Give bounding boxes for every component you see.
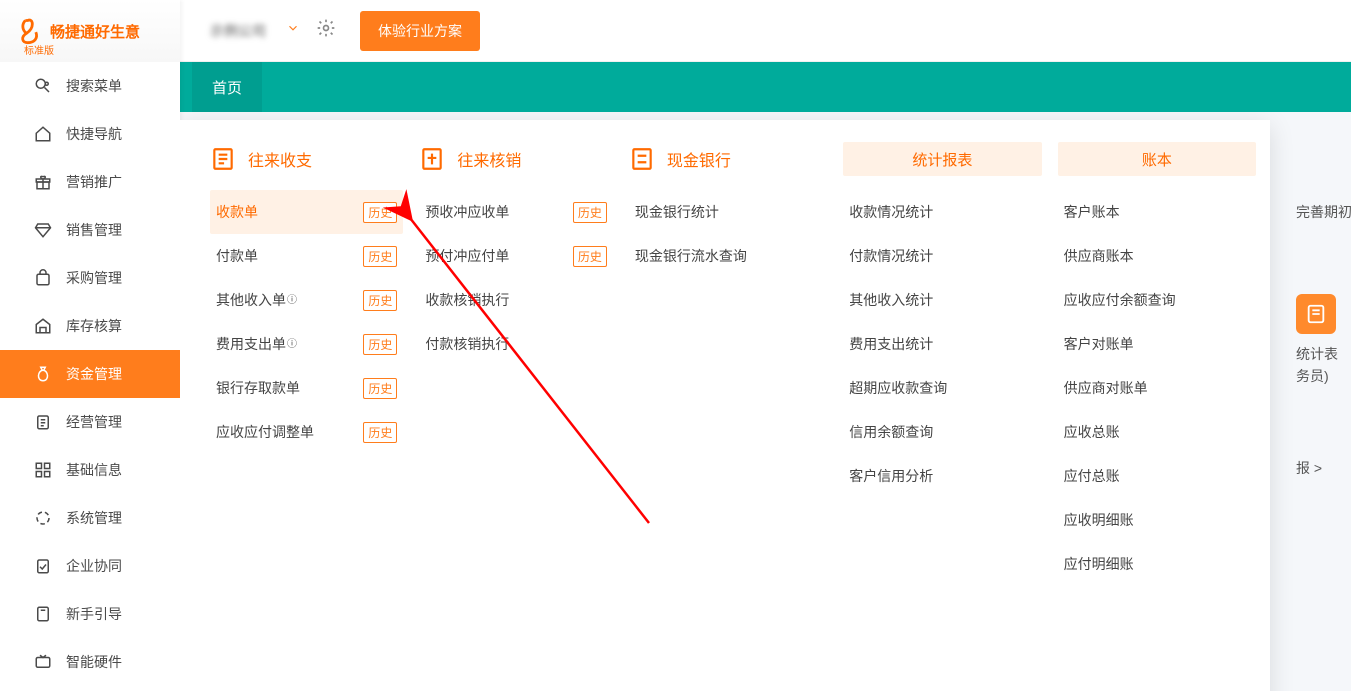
clipboard-check-icon [34,557,52,575]
mega-item-cashbank-flow[interactable]: 现金银行流水查询 [629,234,827,278]
clipboard-icon [34,413,52,431]
warehouse-icon [34,317,52,335]
brand-name: 畅捷通好生意 [50,21,140,42]
sidebar-item-enterprise[interactable]: 企业协同 [0,542,180,590]
mega-item-cashbank-stats[interactable]: 现金银行统计 [629,190,827,234]
search-icon [34,77,52,95]
bag-icon [34,269,52,287]
mega-item-supplier-statement[interactable]: 供应商对账单 [1058,366,1256,410]
mega-header-writeoff: 往来核销 [419,142,612,176]
mega-item-supplier-ledger[interactable]: 供应商账本 [1058,234,1256,278]
sidebar-item-hardware[interactable]: 智能硬件 [0,638,180,686]
history-tag[interactable]: 历史 [363,422,397,443]
history-tag[interactable]: 历史 [363,334,397,355]
sidebar-menu: 搜索菜单 快捷导航 营销推广 销售管理 采购管理 库存核算 [0,62,180,686]
sidebar-item-marketing[interactable]: 营销推广 [0,158,180,206]
mega-item-receive-writeoff[interactable]: 收款核销执行 [419,278,612,322]
history-tag[interactable]: 历史 [573,202,607,223]
sidebar-item-operation[interactable]: 经营管理 [0,398,180,446]
tabbar: 首页 [180,62,1351,112]
spinner-icon [34,509,52,527]
mega-item-ar-detail[interactable]: 应收明细账 [1058,498,1256,542]
mega-item-customer-ledger[interactable]: 客户账本 [1058,190,1256,234]
bank-icon [629,146,655,172]
mega-item-receive-stats[interactable]: 收款情况统计 [843,190,1041,234]
mega-item-ap-detail[interactable]: 应付明细账 [1058,542,1256,586]
report-thumb-icon[interactable] [1296,294,1336,334]
tab-home[interactable]: 首页 [192,62,262,112]
right-partial: 完善期初 统计表 务员) 报 > [1296,202,1351,550]
funds-megapanel: 往来收支 收款单 历史 付款单 历史 其他收入单ⓘ 历史 [180,120,1270,691]
gift-icon [34,173,52,191]
mega-item-expense-stats[interactable]: 费用支出统计 [843,322,1041,366]
home-icon [34,125,52,143]
sidebar-item-search[interactable]: 搜索菜单 [0,62,180,110]
cta-button[interactable]: 体验行业方案 [360,11,480,51]
mega-item-ar-general[interactable]: 应收总账 [1058,410,1256,454]
mega-item-credit-analysis[interactable]: 客户信用分析 [843,454,1041,498]
mega-col-writeoff: 往来核销 预收冲应收单 历史 预付冲应付单 历史 收款核销执行 付款核销执行 [419,142,612,690]
history-tag[interactable]: 历史 [363,246,397,267]
brand-edition: 标准版 [24,42,54,57]
sidebar: 畅捷通好生意 标准版 搜索菜单 快捷导航 营销推广 销售管理 采购管理 [0,0,180,691]
mega-item-pay-writeoff[interactable]: 付款核销执行 [419,322,612,366]
diamond-icon [34,221,52,239]
mega-header-receipts: 往来收支 [210,142,403,176]
mega-col-reports: 统计报表 收款情况统计 付款情况统计 其他收入统计 费用支出统计 超期应收款查询… [843,142,1041,690]
sidebar-item-basic[interactable]: 基础信息 [0,446,180,494]
receipt-icon [210,146,236,172]
history-tag[interactable]: 历史 [363,290,397,311]
book-icon [34,605,52,623]
history-tag[interactable]: 历史 [363,378,397,399]
help-icon[interactable]: ⓘ [287,295,297,306]
mega-item-pay-stats[interactable]: 付款情况统计 [843,234,1041,278]
mega-item-overdue-query[interactable]: 超期应收款查询 [843,366,1041,410]
mega-col-ledger: 账本 客户账本 供应商账本 应收应付余额查询 客户对账单 供应商对账单 应收总账… [1058,142,1256,690]
mega-item-other-income[interactable]: 其他收入单ⓘ 历史 [210,278,403,322]
brand-logo-icon [16,17,44,45]
chevron-down-icon[interactable] [286,21,300,40]
sidebar-item-guide[interactable]: 新手引导 [0,590,180,638]
history-tag[interactable]: 历史 [573,246,607,267]
mega-header-cashbank: 现金银行 [629,142,827,176]
history-tag[interactable]: 历史 [363,202,397,223]
money-bag-icon [34,365,52,383]
mega-item-adjust[interactable]: 应收应付调整单 历史 [210,410,403,454]
main-area: 示例公司 体验行业方案 首页 往来收支 [180,0,1351,691]
mega-item-payment-order[interactable]: 付款单 历史 [210,234,403,278]
mega-col-receipts: 往来收支 收款单 历史 付款单 历史 其他收入单ⓘ 历史 [210,142,403,690]
sidebar-item-purchase[interactable]: 采购管理 [0,254,180,302]
mega-item-bank-transfer[interactable]: 银行存取款单 历史 [210,366,403,410]
sidebar-item-quicknav[interactable]: 快捷导航 [0,110,180,158]
invoice-icon [419,146,445,172]
content-area: 往来收支 收款单 历史 付款单 历史 其他收入单ⓘ 历史 [180,112,1351,691]
mega-item-expense[interactable]: 费用支出单ⓘ 历史 [210,322,403,366]
mega-item-receipt-order[interactable]: 收款单 历史 [210,190,403,234]
gear-icon[interactable] [316,18,336,43]
sidebar-item-sales[interactable]: 销售管理 [0,206,180,254]
tv-icon [34,653,52,671]
mega-item-balance-query[interactable]: 应收应付余额查询 [1058,278,1256,322]
org-selector[interactable]: 示例公司 [200,15,276,47]
sidebar-item-system[interactable]: 系统管理 [0,494,180,542]
mega-col-cashbank: 现金银行 现金银行统计 现金银行流水查询 [629,142,827,690]
help-icon[interactable]: ⓘ [287,339,297,350]
grid-icon [34,461,52,479]
mega-item-prereceive-offset[interactable]: 预收冲应收单 历史 [419,190,612,234]
topbar: 示例公司 体验行业方案 [180,0,1351,62]
mega-item-income-stats[interactable]: 其他收入统计 [843,278,1041,322]
sidebar-item-inventory[interactable]: 库存核算 [0,302,180,350]
mega-item-customer-statement[interactable]: 客户对账单 [1058,322,1256,366]
mega-item-credit-balance[interactable]: 信用余额查询 [843,410,1041,454]
mega-item-prepay-offset[interactable]: 预付冲应付单 历史 [419,234,612,278]
sidebar-item-funds[interactable]: 资金管理 [0,350,180,398]
mega-item-ap-general[interactable]: 应付总账 [1058,454,1256,498]
mega-header-ledger: 账本 [1058,142,1256,176]
mega-header-reports: 统计报表 [843,142,1041,176]
